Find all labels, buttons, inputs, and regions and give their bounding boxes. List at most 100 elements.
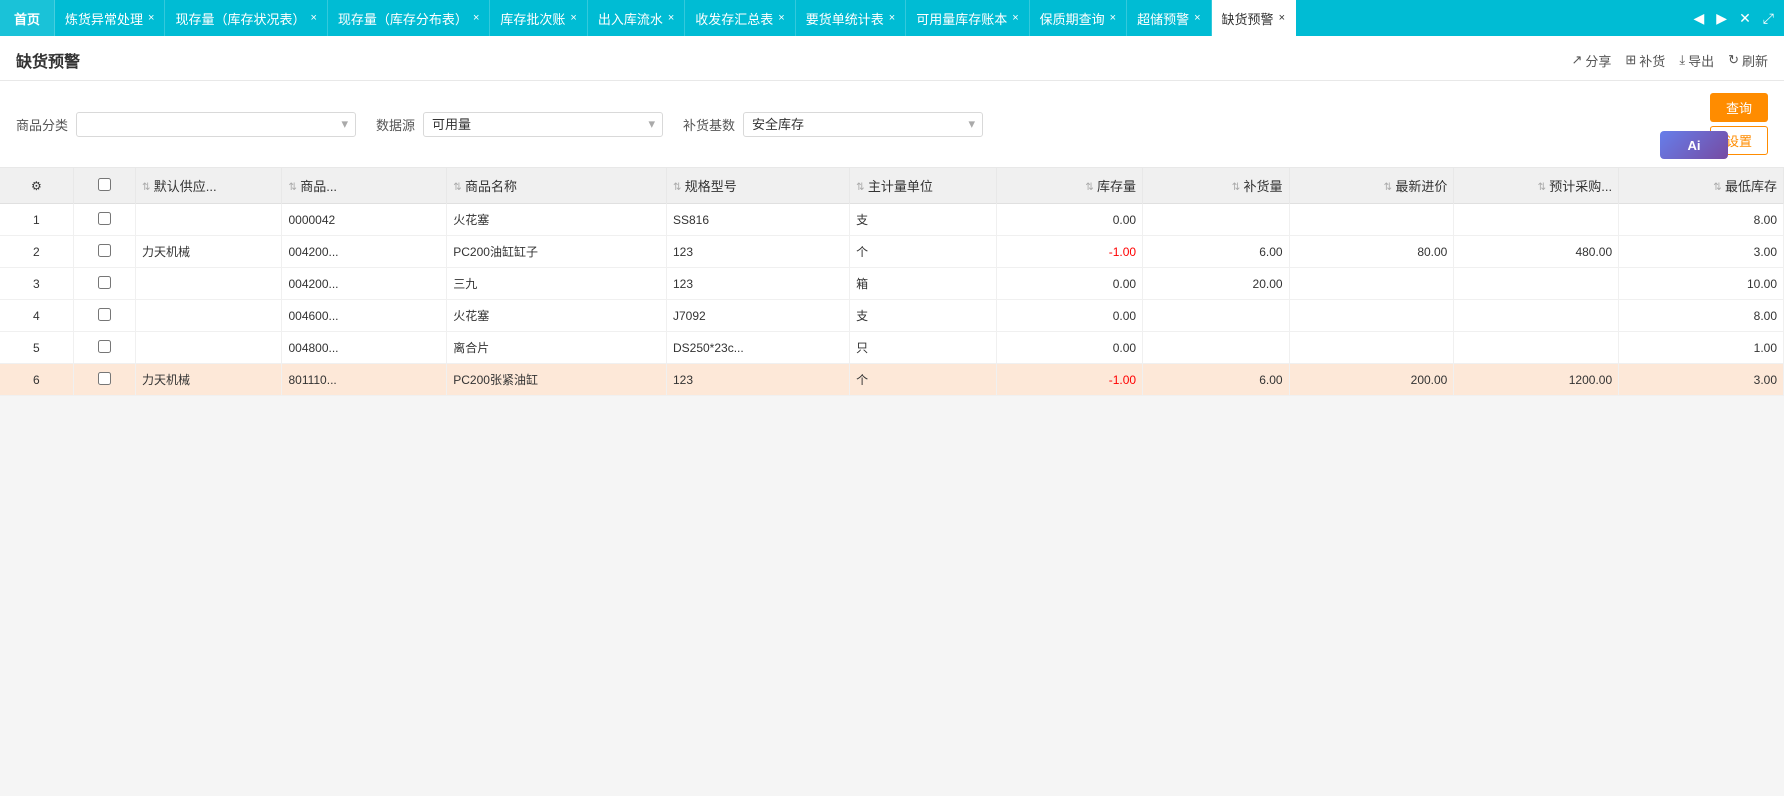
- close-tab-9[interactable]: ×: [1110, 12, 1116, 24]
- replenish-base-select[interactable]: 安全库存: [743, 112, 983, 137]
- row-checkbox-5[interactable]: [98, 372, 111, 385]
- query-button[interactable]: 查询: [1710, 93, 1768, 122]
- nav-tab-1[interactable]: 炼货异常处理 ×: [55, 0, 165, 36]
- cell-estimate: [1454, 268, 1619, 300]
- nav-tab-2[interactable]: 现存量（库存状况表） ×: [165, 0, 327, 36]
- cell-replenish: [1143, 300, 1289, 332]
- nav-tab-home[interactable]: 首页: [0, 0, 55, 36]
- datasource-select[interactable]: 可用量: [423, 112, 663, 137]
- cell-minstock: 8.00: [1619, 204, 1784, 236]
- col-header-stock[interactable]: ⇅ 库存量: [996, 168, 1142, 204]
- cell-price: [1289, 332, 1454, 364]
- export-action[interactable]: ⤓ 导出: [1679, 51, 1714, 70]
- col-header-price[interactable]: ⇅ 最新进价: [1289, 168, 1454, 204]
- export-label: 导出: [1688, 51, 1714, 70]
- cell-unit: 箱: [850, 268, 996, 300]
- close-tab-7[interactable]: ×: [889, 12, 895, 24]
- col-header-estimate[interactable]: ⇅ 预计采购...: [1454, 168, 1619, 204]
- cell-checkbox[interactable]: [73, 364, 135, 396]
- table-body: 1 0000042 火花塞 SS816 支 0.00 8.00 2 力天机械 0…: [0, 204, 1784, 396]
- close-tab-11[interactable]: ×: [1279, 12, 1285, 24]
- cell-estimate: 480.00: [1454, 236, 1619, 268]
- cell-checkbox[interactable]: [73, 204, 135, 236]
- col-select-all[interactable]: [73, 168, 135, 204]
- nav-tab-7[interactable]: 要货单统计表 ×: [796, 0, 906, 36]
- nav-close-all-btn[interactable]: ✕: [1733, 10, 1757, 27]
- col-gear[interactable]: ⚙: [0, 168, 73, 204]
- select-all-checkbox[interactable]: [98, 178, 111, 191]
- col-header-supplier[interactable]: ⇅ 默认供应...: [135, 168, 281, 204]
- close-tab-10[interactable]: ×: [1194, 12, 1200, 24]
- close-tab-3[interactable]: ×: [473, 12, 479, 24]
- row-checkbox-4[interactable]: [98, 340, 111, 353]
- cell-name: 火花塞: [447, 204, 667, 236]
- row-checkbox-2[interactable]: [98, 276, 111, 289]
- header-actions: ↗ 分享 ⊞ 补货 ⤓ 导出 ↻ 刷新: [1571, 51, 1768, 70]
- cell-stock: -1.00: [996, 364, 1142, 396]
- close-tab-4[interactable]: ×: [570, 12, 576, 24]
- col-header-name[interactable]: ⇅ 商品名称: [447, 168, 667, 204]
- page-header: 缺货预警 ↗ 分享 ⊞ 补货 ⤓ 导出 ↻ 刷新: [0, 36, 1784, 81]
- cell-supplier: 力天机械: [135, 364, 281, 396]
- cell-estimate: [1454, 300, 1619, 332]
- nav-tab-3[interactable]: 现存量（库存分布表） ×: [328, 0, 490, 36]
- table-row: 1 0000042 火花塞 SS816 支 0.00 8.00: [0, 204, 1784, 236]
- nav-tab-11[interactable]: 缺货预警 ×: [1212, 0, 1296, 36]
- cell-price: [1289, 204, 1454, 236]
- row-checkbox-3[interactable]: [98, 308, 111, 321]
- cell-price: 80.00: [1289, 236, 1454, 268]
- cell-stock: -1.00: [996, 236, 1142, 268]
- cell-replenish: 6.00: [1143, 236, 1289, 268]
- replenish-base-filter-group: 补货基数 安全库存: [683, 112, 983, 137]
- nav-prev-btn[interactable]: ◀: [1688, 10, 1711, 27]
- top-nav: 首页 炼货异常处理 × 现存量（库存状况表） × 现存量（库存分布表） × 库存…: [0, 0, 1784, 36]
- close-tab-5[interactable]: ×: [668, 12, 674, 24]
- category-select-wrapper: [76, 112, 356, 137]
- category-filter-group: 商品分类: [16, 112, 356, 137]
- col-header-spec[interactable]: ⇅ 规格型号: [666, 168, 849, 204]
- cell-name: PC200张紧油缸: [447, 364, 667, 396]
- table-header: ⚙ ⇅ 默认供应... ⇅ 商品... ⇅ 商品名称 ⇅ 规格型号 ⇅ 主计量单…: [0, 168, 1784, 204]
- col-header-replenish[interactable]: ⇅ 补货量: [1143, 168, 1289, 204]
- nav-tab-9[interactable]: 保质期查询 ×: [1030, 0, 1127, 36]
- nav-tab-6[interactable]: 收发存汇总表 ×: [685, 0, 795, 36]
- cell-name: 离合片: [447, 332, 667, 364]
- table-row: 4 004600... 火花塞 J7092 支 0.00 8.00: [0, 300, 1784, 332]
- share-action[interactable]: ↗ 分享: [1571, 51, 1611, 70]
- category-select[interactable]: [76, 112, 356, 137]
- nav-tab-8[interactable]: 可用量库存账本 ×: [906, 0, 1029, 36]
- cell-checkbox[interactable]: [73, 268, 135, 300]
- cell-checkbox[interactable]: [73, 236, 135, 268]
- close-tab-1[interactable]: ×: [148, 12, 154, 24]
- table-row: 3 004200... 三九 123 箱 0.00 20.00 10.00: [0, 268, 1784, 300]
- cell-checkbox[interactable]: [73, 300, 135, 332]
- replenish-label: 补货: [1639, 51, 1665, 70]
- cell-replenish: [1143, 204, 1289, 236]
- nav-tab-5[interactable]: 出入库流水 ×: [588, 0, 685, 36]
- cell-checkbox[interactable]: [73, 332, 135, 364]
- refresh-action[interactable]: ↻ 刷新: [1728, 51, 1768, 70]
- table-row: 2 力天机械 004200... PC200油缸缸子 123 个 -1.00 6…: [0, 236, 1784, 268]
- row-checkbox-1[interactable]: [98, 244, 111, 257]
- nav-fullscreen-btn[interactable]: ⤢: [1757, 10, 1780, 27]
- replenish-base-select-wrapper: 安全库存: [743, 112, 983, 137]
- nav-next-btn[interactable]: ▶: [1710, 10, 1733, 27]
- row-checkbox-0[interactable]: [98, 212, 111, 225]
- cell-code: 004800...: [282, 332, 447, 364]
- table-container: ⚙ ⇅ 默认供应... ⇅ 商品... ⇅ 商品名称 ⇅ 规格型号 ⇅ 主计量单…: [0, 168, 1784, 396]
- nav-tab-10[interactable]: 超储预警 ×: [1127, 0, 1211, 36]
- col-header-code[interactable]: ⇅ 商品...: [282, 168, 447, 204]
- cell-estimate: [1454, 332, 1619, 364]
- nav-tab-4[interactable]: 库存批次账 ×: [490, 0, 587, 36]
- filter-bar: 商品分类 数据源 可用量 补货基数 安全库存 查询: [0, 81, 1784, 168]
- replenish-action[interactable]: ⊞ 补货: [1625, 51, 1665, 70]
- col-header-unit[interactable]: ⇅ 主计量单位: [850, 168, 996, 204]
- cell-replenish: [1143, 332, 1289, 364]
- ai-badge[interactable]: Ai: [1660, 131, 1728, 159]
- col-header-minstock[interactable]: ⇅ 最低库存: [1619, 168, 1784, 204]
- cell-stock: 0.00: [996, 204, 1142, 236]
- close-tab-8[interactable]: ×: [1012, 12, 1018, 24]
- close-tab-2[interactable]: ×: [310, 12, 316, 24]
- refresh-icon: ↻: [1728, 52, 1739, 68]
- close-tab-6[interactable]: ×: [778, 12, 784, 24]
